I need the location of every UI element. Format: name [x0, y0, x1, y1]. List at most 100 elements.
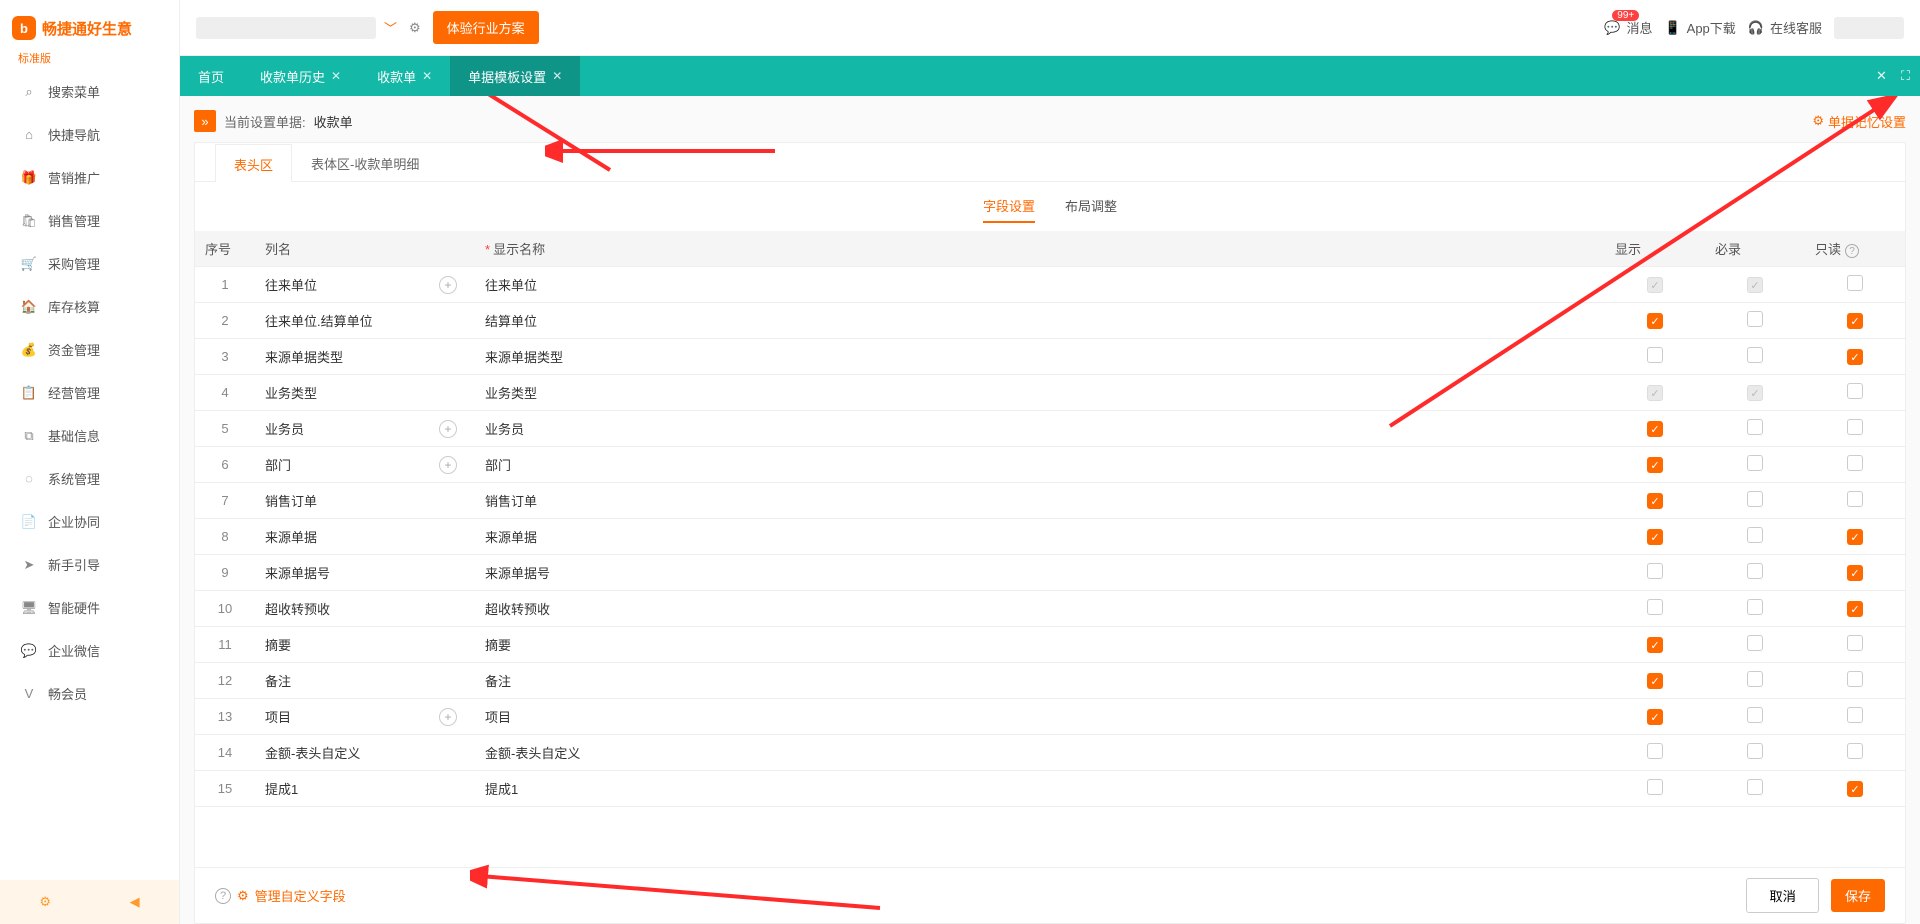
expand-sidebar-icon[interactable]: » — [194, 110, 216, 132]
cell-display-name[interactable]: 部门 — [475, 447, 1605, 483]
add-field-icon[interactable]: + — [439, 456, 457, 474]
memory-settings-link[interactable]: ⚙ 单据记忆设置 — [1812, 112, 1906, 131]
checkbox[interactable] — [1647, 563, 1663, 579]
checkbox[interactable] — [1847, 349, 1863, 365]
field-table-scroll[interactable]: 序号 列名 *显示名称 显示 必录 只读? 1往来单位+往来单位2往来单位.结算… — [195, 231, 1905, 867]
checkbox[interactable] — [1747, 707, 1763, 723]
checkbox[interactable] — [1647, 493, 1663, 509]
sidebar-item[interactable]: 💬企业微信 — [0, 629, 179, 672]
app-download-button[interactable]: 📱 App下载 — [1664, 18, 1735, 37]
checkbox[interactable] — [1647, 347, 1663, 363]
org-switcher[interactable]: ﹀ — [196, 17, 397, 39]
add-field-icon[interactable]: + — [439, 276, 457, 294]
cell-display-name[interactable]: 超收转预收 — [475, 591, 1605, 627]
area-tab-body[interactable]: 表体区-收款单明细 — [292, 143, 438, 181]
settings-icon[interactable]: ⚙ — [39, 894, 51, 910]
sidebar-item[interactable]: ⧉基础信息 — [0, 414, 179, 457]
checkbox[interactable] — [1847, 635, 1863, 651]
context-bill-link[interactable]: 收款单 — [314, 112, 353, 131]
checkbox[interactable] — [1847, 383, 1863, 399]
sidebar-item[interactable]: ⌕搜索菜单 — [0, 70, 179, 113]
checkbox[interactable] — [1747, 743, 1763, 759]
cell-display-name[interactable]: 项目 — [475, 699, 1605, 735]
user-account[interactable] — [1834, 17, 1904, 39]
sidebar-item[interactable]: ➤新手引导 — [0, 543, 179, 586]
cell-display-name[interactable]: 来源单据号 — [475, 555, 1605, 591]
checkbox[interactable] — [1847, 491, 1863, 507]
close-icon[interactable]: ✕ — [422, 69, 432, 83]
customer-service-button[interactable]: 🎧 在线客服 — [1748, 18, 1822, 37]
checkbox[interactable] — [1747, 563, 1763, 579]
checkbox[interactable] — [1847, 565, 1863, 581]
sidebar-item[interactable]: 🛍销售管理 — [0, 199, 179, 242]
checkbox[interactable] — [1647, 313, 1663, 329]
checkbox[interactable] — [1747, 527, 1763, 543]
cell-display-name[interactable]: 摘要 — [475, 627, 1605, 663]
checkbox[interactable] — [1647, 529, 1663, 545]
try-plan-button[interactable]: 体验行业方案 — [433, 11, 539, 44]
sidebar-item[interactable]: 📄企业协同 — [0, 500, 179, 543]
workspace-tab[interactable]: 收款单历史✕ — [242, 56, 359, 96]
checkbox[interactable] — [1847, 313, 1863, 329]
checkbox[interactable] — [1747, 671, 1763, 687]
close-icon[interactable]: ✕ — [552, 69, 562, 83]
save-button[interactable]: 保存 — [1831, 879, 1885, 912]
cell-display-name[interactable]: 金额-表头自定义 — [475, 735, 1605, 771]
checkbox[interactable] — [1747, 419, 1763, 435]
checkbox[interactable] — [1647, 599, 1663, 615]
checkbox[interactable] — [1847, 455, 1863, 471]
help-icon[interactable]: ? — [1845, 244, 1859, 258]
fullscreen-icon[interactable]: ⛶ — [1901, 68, 1910, 84]
checkbox[interactable] — [1647, 673, 1663, 689]
checkbox[interactable] — [1747, 455, 1763, 471]
checkbox[interactable] — [1647, 779, 1663, 795]
gear-icon[interactable]: ⚙ — [409, 20, 421, 36]
checkbox[interactable] — [1747, 311, 1763, 327]
collapse-icon[interactable]: ◀ — [130, 894, 140, 910]
cancel-button[interactable]: 取消 — [1746, 878, 1819, 913]
cell-display-name[interactable]: 业务员 — [475, 411, 1605, 447]
cell-display-name[interactable]: 结算单位 — [475, 303, 1605, 339]
checkbox[interactable] — [1747, 635, 1763, 651]
sidebar-item[interactable]: 💰资金管理 — [0, 328, 179, 371]
checkbox[interactable] — [1847, 601, 1863, 617]
sidebar-item[interactable]: 🎁营销推广 — [0, 156, 179, 199]
sidebar-item[interactable]: 🛒采购管理 — [0, 242, 179, 285]
close-icon[interactable]: ✕ — [331, 69, 341, 83]
sidebar-item[interactable]: ◌系统管理 — [0, 457, 179, 500]
cell-display-name[interactable]: 来源单据类型 — [475, 339, 1605, 375]
close-all-tabs-icon[interactable]: ✕ — [1876, 68, 1887, 84]
add-field-icon[interactable]: + — [439, 420, 457, 438]
checkbox[interactable] — [1647, 457, 1663, 473]
sidebar-item[interactable]: 🖥智能硬件 — [0, 586, 179, 629]
checkbox[interactable] — [1847, 529, 1863, 545]
checkbox[interactable] — [1647, 637, 1663, 653]
cell-display-name[interactable]: 业务类型 — [475, 375, 1605, 411]
workspace-tab[interactable]: 收款单✕ — [359, 56, 450, 96]
manage-custom-fields-link[interactable]: ? ⚙ 管理自定义字段 — [215, 886, 346, 905]
add-field-icon[interactable]: + — [439, 708, 457, 726]
checkbox[interactable] — [1847, 743, 1863, 759]
subtab-layout-adjust[interactable]: 布局调整 — [1065, 196, 1117, 223]
sidebar-item[interactable]: ⌂快捷导航 — [0, 113, 179, 156]
area-tab-header[interactable]: 表头区 — [215, 144, 292, 182]
checkbox[interactable] — [1747, 347, 1763, 363]
cell-display-name[interactable]: 销售订单 — [475, 483, 1605, 519]
checkbox[interactable] — [1747, 599, 1763, 615]
cell-display-name[interactable]: 备注 — [475, 663, 1605, 699]
checkbox[interactable] — [1647, 709, 1663, 725]
checkbox[interactable] — [1747, 491, 1763, 507]
cell-display-name[interactable]: 往来单位 — [475, 267, 1605, 303]
tab-home[interactable]: 首页 — [180, 56, 242, 96]
checkbox[interactable] — [1847, 419, 1863, 435]
checkbox[interactable] — [1847, 275, 1863, 291]
checkbox[interactable] — [1647, 421, 1663, 437]
sidebar-item[interactable]: V畅会员 — [0, 672, 179, 715]
cell-display-name[interactable]: 来源单据 — [475, 519, 1605, 555]
checkbox[interactable] — [1747, 779, 1763, 795]
cell-display-name[interactable]: 提成1 — [475, 771, 1605, 807]
sidebar-item[interactable]: 📋经营管理 — [0, 371, 179, 414]
checkbox[interactable] — [1847, 781, 1863, 797]
sidebar-item[interactable]: 🏠库存核算 — [0, 285, 179, 328]
workspace-tab[interactable]: 单据模板设置✕ — [450, 56, 580, 96]
